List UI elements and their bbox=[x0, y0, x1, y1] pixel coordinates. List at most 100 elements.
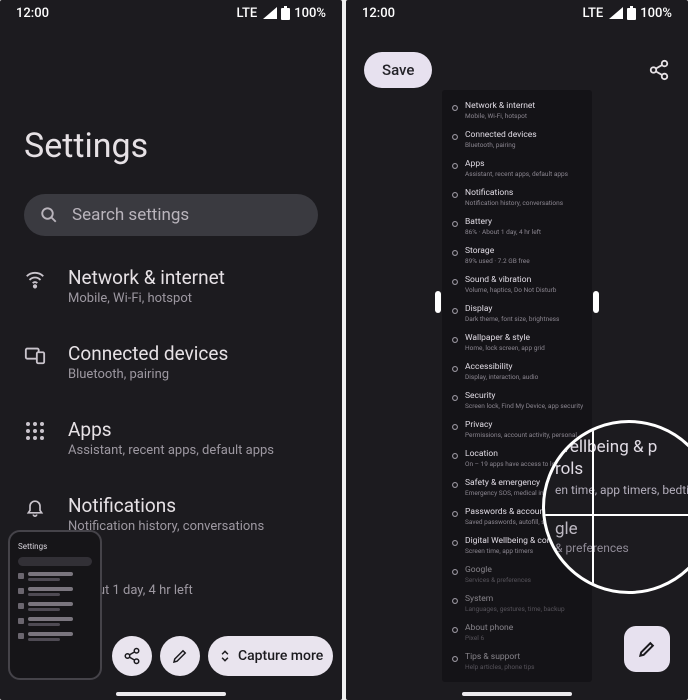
share-button[interactable] bbox=[112, 636, 152, 676]
long-screenshot-preview[interactable]: Network & internetMobile, Wi-Fi, hotspot… bbox=[442, 90, 592, 682]
capture-row-sub: Dark theme, font size, brightness bbox=[465, 315, 584, 323]
clock: 12:00 bbox=[362, 6, 395, 21]
capture-row-icon bbox=[450, 277, 459, 286]
capture-row-label: Security bbox=[465, 391, 584, 401]
share-button-top[interactable] bbox=[648, 59, 670, 81]
capture-row-sub: Help articles, phone tips bbox=[465, 663, 584, 671]
capture-row: Connected devicesBluetooth, pairing bbox=[442, 125, 592, 154]
edit-fab[interactable] bbox=[624, 626, 670, 672]
capture-row-icon bbox=[450, 161, 459, 170]
capture-row-label: System bbox=[465, 594, 584, 604]
capture-row: Wallpaper & styleHome, lock screen, app … bbox=[442, 328, 592, 357]
settings-item-apps[interactable]: Apps Assistant, recent apps, default app… bbox=[0, 400, 342, 476]
capture-row: NotificationsNotification history, conve… bbox=[442, 183, 592, 212]
capture-row-sub: Volume, haptics, Do Not Disturb bbox=[465, 286, 584, 294]
capture-row-label: Storage bbox=[465, 246, 584, 256]
capture-row: AppsAssistant, recent apps, default apps bbox=[442, 154, 592, 183]
phone-right-editor: 12:00 LTE 100% Save Network & internetM bbox=[346, 0, 688, 700]
capture-row-icon bbox=[450, 538, 459, 547]
settings-item-connected-devices[interactable]: Connected devices Bluetooth, pairing bbox=[0, 324, 342, 400]
capture-row-label: Tips & support bbox=[465, 652, 584, 662]
capture-row-sub: Services & preferences bbox=[465, 576, 584, 584]
capture-row: About phonePixel 6 bbox=[442, 618, 592, 647]
wifi-icon bbox=[24, 268, 46, 290]
capture-row-sub: Home, lock screen, app grid bbox=[465, 344, 584, 352]
capture-row-icon bbox=[450, 248, 459, 257]
status-bar: 12:00 LTE 100% bbox=[346, 0, 688, 26]
capture-row-icon bbox=[450, 335, 459, 344]
page-title: Settings bbox=[0, 26, 342, 194]
capture-row: Tips & supportHelp articles, phone tips bbox=[442, 647, 592, 676]
capture-row-icon bbox=[450, 219, 459, 228]
capture-row-icon bbox=[450, 190, 459, 199]
battery-percent: 100% bbox=[294, 6, 326, 21]
capture-row-label: Connected devices bbox=[465, 130, 584, 140]
save-button[interactable]: Save bbox=[364, 52, 432, 88]
capture-row-sub: Pixel 6 bbox=[465, 634, 584, 642]
capture-row-icon bbox=[450, 132, 459, 141]
capture-row: Sound & vibrationVolume, haptics, Do Not… bbox=[442, 270, 592, 299]
capture-row: SecurityScreen lock, Find My Device, app… bbox=[442, 386, 592, 415]
capture-row-label: Accessibility bbox=[465, 362, 584, 372]
capture-row-label: Wallpaper & style bbox=[465, 333, 584, 343]
capture-row-label: Sound & vibration bbox=[465, 275, 584, 285]
thumbnail-title: Settings bbox=[18, 542, 94, 551]
gesture-bar bbox=[116, 692, 226, 696]
gesture-bar bbox=[462, 692, 572, 696]
capture-row-sub: 89% used · 7.2 GB free bbox=[465, 257, 584, 265]
network-label: LTE bbox=[583, 6, 604, 21]
capture-row-icon bbox=[450, 480, 459, 489]
capture-row-sub: 86% · About 1 day, 4 hr left bbox=[465, 228, 584, 236]
magnifier-line2: rols bbox=[555, 459, 688, 479]
capture-row-label: Battery bbox=[465, 217, 584, 227]
apps-icon bbox=[24, 420, 46, 442]
magnifier-sub1: en time, app timers, bedtim bbox=[555, 483, 688, 497]
capture-row: DisplayDark theme, font size, brightness bbox=[442, 299, 592, 328]
capture-row-sub: Bluetooth, pairing bbox=[465, 141, 584, 149]
capture-row-sub: Notification history, conversations bbox=[465, 199, 584, 207]
magnifier-sub2: & preferences bbox=[555, 541, 688, 555]
capture-row-sub: Assistant, recent apps, default apps bbox=[465, 170, 584, 178]
network-label: LTE bbox=[237, 6, 258, 21]
capture-row-label: Notifications bbox=[465, 188, 584, 198]
edit-button[interactable] bbox=[160, 636, 200, 676]
capture-row: SystemLanguages, gestures, time, backup bbox=[442, 589, 592, 618]
signal-icon bbox=[609, 7, 623, 19]
capture-row-sub: Languages, gestures, time, backup bbox=[465, 605, 584, 613]
battery-percent: 100% bbox=[640, 6, 672, 21]
capture-row-icon bbox=[450, 451, 459, 460]
capture-row-icon bbox=[450, 567, 459, 576]
capture-more-button[interactable]: Capture more bbox=[208, 636, 333, 676]
capture-row-icon bbox=[450, 103, 459, 112]
capture-row-sub: Display, interaction, audio bbox=[465, 373, 584, 381]
signal-icon bbox=[263, 7, 277, 19]
phone-left-settings: 12:00 LTE 100% Settings Search settings bbox=[0, 0, 342, 700]
screenshot-actions: Capture more bbox=[112, 636, 333, 676]
battery-icon bbox=[627, 6, 636, 20]
devices-icon bbox=[24, 344, 46, 366]
capture-row: Storage89% used · 7.2 GB free bbox=[442, 241, 592, 270]
search-input[interactable]: Search settings bbox=[24, 194, 318, 236]
capture-more-label: Capture more bbox=[238, 648, 323, 664]
magnifier-line3: gle bbox=[555, 519, 688, 539]
screenshot-thumbnail[interactable]: Settings bbox=[8, 530, 102, 680]
settings-item-network[interactable]: Network & internet Mobile, Wi-Fi, hotspo… bbox=[0, 248, 342, 324]
crop-handle-right[interactable] bbox=[593, 291, 599, 313]
search-icon bbox=[40, 206, 58, 224]
search-placeholder: Search settings bbox=[72, 205, 189, 225]
capture-row-label: Network & internet bbox=[465, 101, 584, 111]
capture-row-icon bbox=[450, 364, 459, 373]
capture-row-icon bbox=[450, 625, 459, 634]
capture-row-icon bbox=[450, 509, 459, 518]
capture-row-label: About phone bbox=[465, 623, 584, 633]
magnifier-line1: Wellbeing & p bbox=[555, 437, 688, 457]
capture-row-icon bbox=[450, 393, 459, 402]
capture-row-label: Apps bbox=[465, 159, 584, 169]
crop-handle-left[interactable] bbox=[435, 291, 441, 313]
bell-icon bbox=[24, 496, 46, 518]
capture-row-label: Privacy bbox=[465, 420, 584, 430]
capture-row-icon bbox=[450, 596, 459, 605]
capture-row-icon bbox=[450, 306, 459, 315]
capture-row: Network & internetMobile, Wi-Fi, hotspot bbox=[442, 96, 592, 125]
capture-row: Battery86% · About 1 day, 4 hr left bbox=[442, 212, 592, 241]
